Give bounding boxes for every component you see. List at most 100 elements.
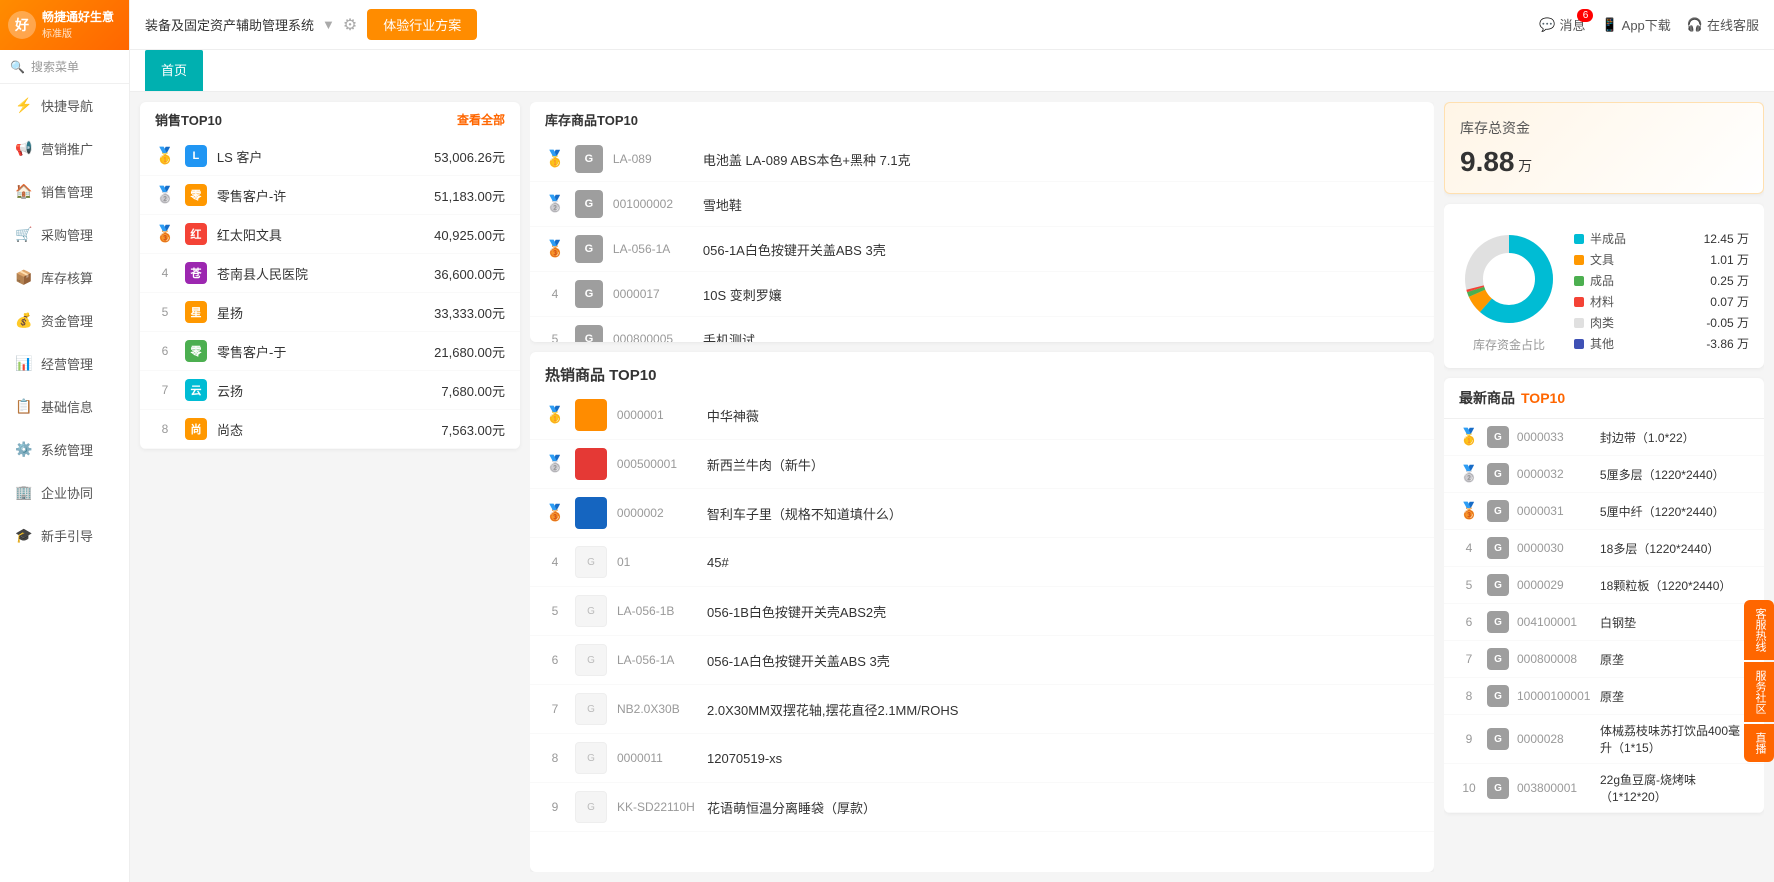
search-label: 搜索菜单 <box>31 58 79 75</box>
medal-icon: 🥈 <box>155 185 175 205</box>
sidebar-item-purchase[interactable]: 🛒 采购管理 <box>0 213 129 256</box>
rank-num: 8 <box>545 751 565 765</box>
rank-badge: 苍 <box>185 262 207 284</box>
newest-code: 0000031 <box>1517 504 1592 518</box>
sidebar-item-quick-nav[interactable]: ⚡ 快捷导航 <box>0 84 129 127</box>
view-all-sales[interactable]: 查看全部 <box>457 111 505 128</box>
newest-panel: 最新商品 TOP10 🥇 G 0000033 封边带（1.0*22） 🥈 G 0… <box>1444 378 1764 813</box>
sidebar-search[interactable]: 🔍 搜索菜单 <box>0 50 129 84</box>
rank-num: 6 <box>1459 615 1479 629</box>
product-code: KK-SD22110H <box>617 800 697 814</box>
topbar-system: 装备及固定资产辅助管理系统 ▼ ⚙ <box>145 15 357 35</box>
newest-item: 4 G 0000030 18多层（1220*2440） <box>1444 530 1764 567</box>
rank-num: 7 <box>545 702 565 716</box>
product-name: 电池盖 LA-089 ABS本色+黑种 7.1克 <box>703 150 1419 169</box>
sales-item: 🥉 红 红太阳文具 40,925.00元 <box>140 215 520 254</box>
service-community-btn[interactable]: 服务社区 <box>1744 662 1774 722</box>
medal-icon: 🥉 <box>545 239 565 259</box>
rank-num: 4 <box>1459 541 1479 555</box>
product-name: 12070519-xs <box>707 751 1419 766</box>
rank-num: 10 <box>1459 781 1479 795</box>
medal-icon: 🥇 <box>545 149 565 169</box>
product-name: 雪地鞋 <box>703 195 1419 214</box>
product-code: 000800005 <box>613 332 693 342</box>
legend-value: -3.86 万 <box>1706 335 1749 352</box>
customer-name: 红太阳文具 <box>217 225 424 244</box>
sidebar-item-enterprise[interactable]: 🏢 企业协同 <box>0 471 129 514</box>
product-g-icon: G <box>575 235 603 263</box>
rank-badge: L <box>185 145 207 167</box>
sidebar-item-system[interactable]: ⚙️ 系统管理 <box>0 428 129 471</box>
rank-num: 5 <box>545 332 565 342</box>
inventory-products-header: 库存商品TOP10 <box>530 102 1434 137</box>
newest-header: 最新商品 TOP10 <box>1444 378 1764 419</box>
live-btn[interactable]: 直播 <box>1744 724 1774 762</box>
hot-product-item: 🥈 000500001 新西兰牛肉（新牛） <box>530 440 1434 489</box>
newest-code: 0000030 <box>1517 541 1592 555</box>
online-service[interactable]: 🎧 在线客服 <box>1687 15 1759 34</box>
inventory-products-panel: 库存商品TOP10 🥇 G LA-089 电池盖 LA-089 ABS本色+黑种… <box>530 102 1434 342</box>
search-icon: 🔍 <box>10 60 25 74</box>
medal-icon: 🥈 <box>1459 464 1479 484</box>
newest-name: 原垄 <box>1600 688 1749 705</box>
message-badge[interactable]: 💬 消息 6 <box>1539 15 1585 34</box>
donut-chart: 库存资金占比 <box>1459 229 1559 353</box>
sidebar-titles: 畅捷通好生意 标准版 <box>42 10 114 41</box>
sidebar-item-basic-info[interactable]: 📋 基础信息 <box>0 385 129 428</box>
legend-dot <box>1574 318 1584 328</box>
sidebar-item-inventory[interactable]: 📦 库存核算 <box>0 256 129 299</box>
rank-num: 4 <box>545 555 565 569</box>
legend-name: 成品 <box>1590 272 1704 289</box>
rank-num: 7 <box>1459 652 1479 666</box>
trial-button[interactable]: 体验行业方案 <box>367 9 477 40</box>
customer-name: 星扬 <box>217 303 424 322</box>
newest-item: 🥈 G 0000032 5厘多层（1220*2440） <box>1444 456 1764 493</box>
sidebar-item-label: 营销推广 <box>41 139 93 158</box>
gear-icon[interactable]: ⚙ <box>343 15 357 35</box>
newest-name: 体械荔枝味苏打饮品400毫升（1*15） <box>1600 722 1749 756</box>
product-name: 手机测试 <box>703 330 1419 343</box>
sidebar-item-label: 采购管理 <box>41 225 93 244</box>
legend-name: 半成品 <box>1590 230 1698 247</box>
sidebar-item-guide[interactable]: 🎓 新手引导 <box>0 514 129 557</box>
product-code: 01 <box>617 555 697 569</box>
newest-item: 🥇 G 0000033 封边带（1.0*22） <box>1444 419 1764 456</box>
rank-badge: 云 <box>185 379 207 401</box>
left-panel: 销售TOP10 查看全部 🥇 L LS 客户 53,006.26元 🥈 零 零售… <box>140 102 520 872</box>
sales-item: 7 云 云扬 7,680.00元 <box>140 371 520 410</box>
sidebar-item-sales[interactable]: 🏠 销售管理 <box>0 170 129 213</box>
topbar: 装备及固定资产辅助管理系统 ▼ ⚙ 体验行业方案 💬 消息 6 📱 App下载 … <box>130 0 1774 50</box>
inventory-card: 库存总资金 9.88 万 <box>1444 102 1764 194</box>
sales-item: 4 苍 苍南县人民医院 36,600.00元 <box>140 254 520 293</box>
dropdown-icon[interactable]: ▼ <box>322 17 335 32</box>
customer-service-btn[interactable]: 客服热线 <box>1744 600 1774 660</box>
g-icon: G <box>587 802 595 813</box>
product-code: LA-089 <box>613 152 693 166</box>
rank-badge: 尚 <box>185 418 207 440</box>
medal-icon: 🥈 <box>545 194 565 214</box>
newest-g-icon: G <box>1487 611 1509 633</box>
product-name: 智利车子里（规格不知道填什么） <box>707 504 1419 523</box>
legend-value: 0.07 万 <box>1710 293 1749 310</box>
sales-panel-header: 销售TOP10 查看全部 <box>140 102 520 137</box>
sidebar-item-label: 资金管理 <box>41 311 93 330</box>
sidebar-item-marketing[interactable]: 📢 营销推广 <box>0 127 129 170</box>
newest-item: 5 G 0000029 18颗粒板（1220*2440） <box>1444 567 1764 604</box>
app-download[interactable]: 📱 App下载 <box>1601 15 1670 34</box>
sales-amount: 7,563.00元 <box>441 420 505 439</box>
rank-num: 8 <box>1459 689 1479 703</box>
newest-g-icon: G <box>1487 648 1509 670</box>
product-code: 001000002 <box>613 197 693 211</box>
g-icon: G <box>587 753 595 764</box>
donut-container: 库存资金占比 半成品 12.45 万 文具 1.01 万 成品 0.25 万 材… <box>1459 229 1749 353</box>
sidebar-item-finance[interactable]: 💰 资金管理 <box>0 299 129 342</box>
sales-icon: 🏠 <box>15 183 33 201</box>
hot-product-item: 9 G KK-SD22110H 花语萌恒温分离睡袋（厚款） <box>530 783 1434 832</box>
tab-home[interactable]: 首页 <box>145 50 203 91</box>
guide-icon: 🎓 <box>15 527 33 545</box>
sidebar-subtitle: 标准版 <box>42 25 114 40</box>
newest-code: 000800008 <box>1517 652 1592 666</box>
sidebar-item-label: 系统管理 <box>41 440 93 459</box>
sidebar-item-operations[interactable]: 📊 经营管理 <box>0 342 129 385</box>
medal-icon: 🥉 <box>1459 501 1479 521</box>
